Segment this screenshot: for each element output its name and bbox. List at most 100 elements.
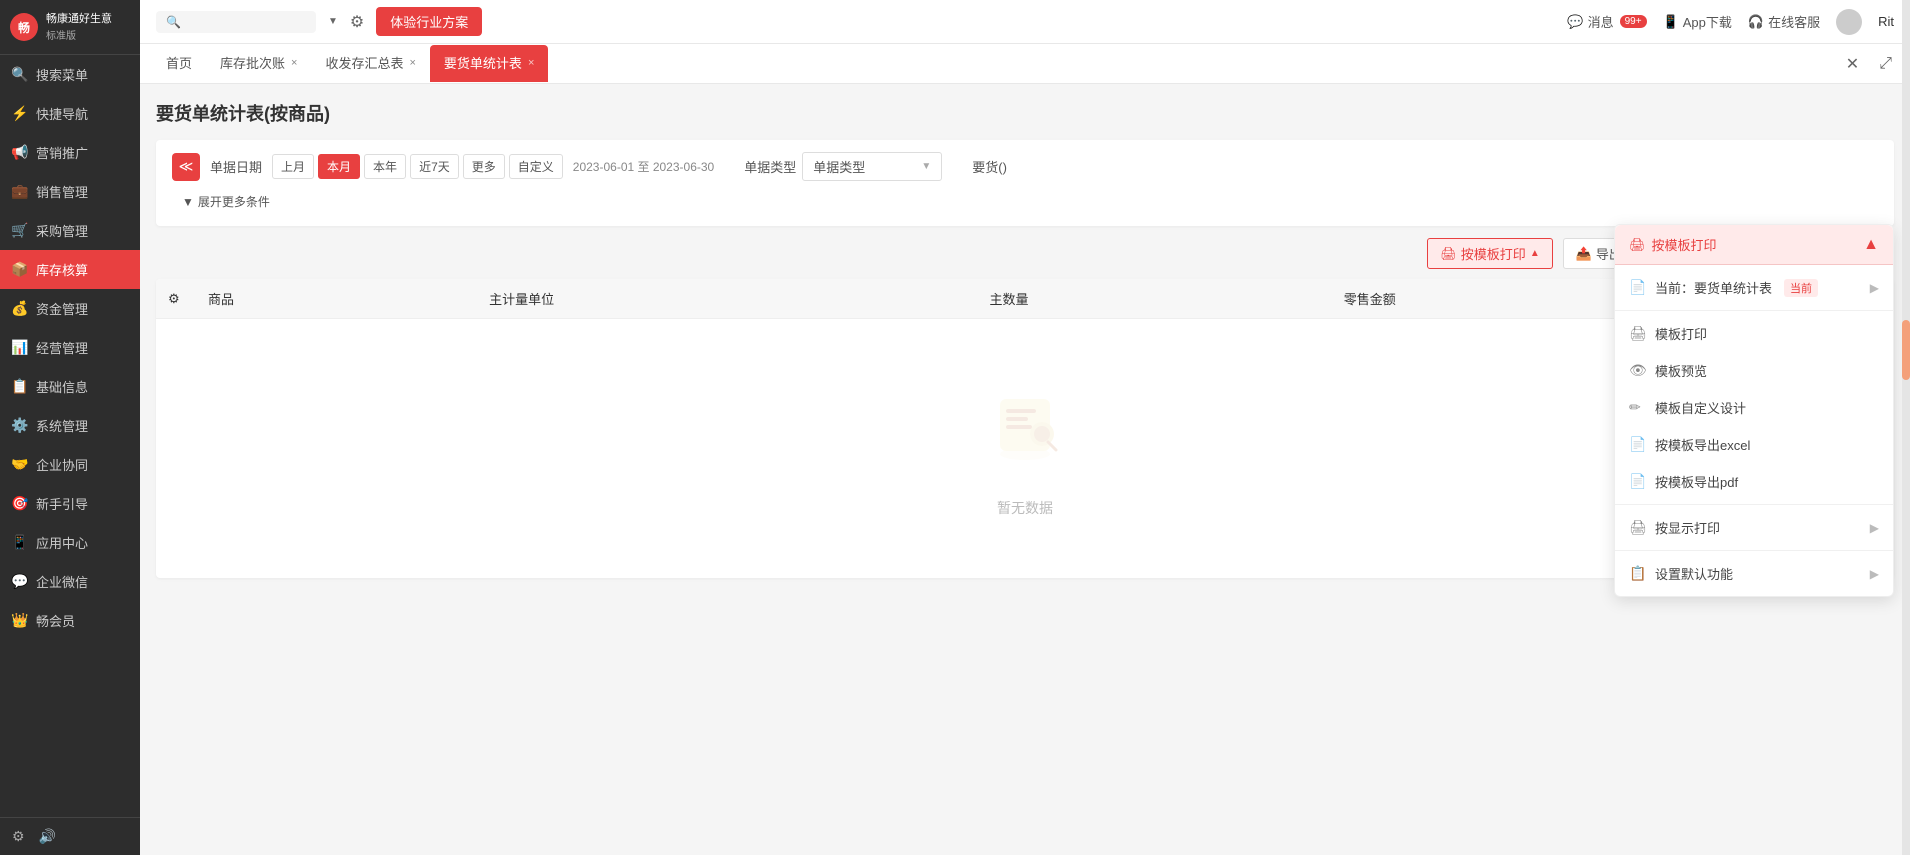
sidebar-item-marketing[interactable]: 📢 营销推广 <box>0 133 140 172</box>
current-tag: 当前 <box>1784 279 1818 297</box>
sidebar-item-inventory[interactable]: 📦 库存核算 <box>0 250 140 289</box>
expand-more-btn[interactable]: ▼ 展开更多条件 <box>172 189 1878 214</box>
dropdown-title: 按模板打印 <box>1652 235 1717 254</box>
default-icon: 📋 <box>1629 565 1647 582</box>
col-settings[interactable]: ⚙ <box>156 279 196 319</box>
dropdown-export-pdf[interactable]: 📄 按模板导出pdf <box>1615 463 1893 500</box>
sidebar-sales-label: 销售管理 <box>36 182 88 201</box>
date-custom-btn[interactable]: 自定义 <box>509 154 563 179</box>
operation-icon: 📊 <box>12 340 28 356</box>
avatar[interactable] <box>1836 9 1862 35</box>
tab-home-label: 首页 <box>166 53 192 72</box>
username-label: Rit <box>1878 14 1894 29</box>
experience-btn[interactable]: 体验行业方案 <box>376 7 482 36</box>
scrollbar-right[interactable] <box>1902 0 1910 855</box>
sidebar-item-basic[interactable]: 📋 基础信息 <box>0 367 140 406</box>
topbar-search-icon: 🔍 <box>166 15 181 29</box>
topbar-search[interactable]: 🔍 <box>156 11 316 33</box>
tabs-bar: 首页 库存批次账 × 收发存汇总表 × 要货单统计表 × ✕ ⤢ <box>140 44 1910 84</box>
date-more-btn[interactable]: 更多 <box>463 154 505 179</box>
marketing-icon: 📢 <box>12 145 28 161</box>
sidebar-logo: 畅 畅康通好生意 标准版 <box>0 0 140 55</box>
close-tab-btn[interactable]: ✕ <box>1840 52 1865 76</box>
sidebar-guide-label: 新手引导 <box>36 494 88 513</box>
dropdown-section-display: 🖨 按显示打印 ▶ <box>1615 505 1893 551</box>
sidebar-item-guide[interactable]: 🎯 新手引导 <box>0 484 140 523</box>
app-download-item[interactable]: 📱 App下载 <box>1663 12 1732 31</box>
date-filter-label: 单据日期 <box>210 157 262 176</box>
date-buttons: 上月 本月 本年 近7天 更多 自定义 <box>272 154 563 179</box>
sidebar-item-collab[interactable]: 🤝 企业协同 <box>0 445 140 484</box>
sidebar-item-purchase[interactable]: 🛒 采购管理 <box>0 211 140 250</box>
dropdown-header: 🖨 按模板打印 ▲ <box>1615 225 1893 265</box>
main-area: 🔍 ▼ ⚙ 体验行业方案 💬 消息 99+ 📱 App下载 🎧 在线客服 Rit <box>140 0 1910 855</box>
tab-inventory-batch-close[interactable]: × <box>291 57 297 69</box>
topbar: 🔍 ▼ ⚙ 体验行业方案 💬 消息 99+ 📱 App下载 🎧 在线客服 Rit <box>140 0 1910 44</box>
sidebar-item-sales[interactable]: 💼 销售管理 <box>0 172 140 211</box>
filter-toggle-btn[interactable]: ≪ <box>172 153 200 181</box>
tab-order-stats[interactable]: 要货单统计表 × <box>430 45 548 82</box>
date-week7-btn[interactable]: 近7天 <box>410 154 459 179</box>
finance-icon: 💰 <box>12 301 28 317</box>
date-range-label: 2023-06-01 至 2023-06-30 <box>573 158 714 175</box>
basic-icon: 📋 <box>12 379 28 395</box>
filter-card: ≪ 单据日期 上月 本月 本年 近7天 更多 自定义 2023-06-01 至 … <box>156 140 1894 226</box>
date-prev-btn[interactable]: 上月 <box>272 154 314 179</box>
sidebar-item-apps[interactable]: 📱 应用中心 <box>0 523 140 562</box>
print-arrow-icon: ▲ <box>1530 248 1540 259</box>
date-year-btn[interactable]: 本年 <box>364 154 406 179</box>
tab-inventory-batch[interactable]: 库存批次账 × <box>206 45 311 82</box>
sidebar-item-finance[interactable]: 💰 资金管理 <box>0 289 140 328</box>
dropdown-display-print[interactable]: 🖨 按显示打印 ▶ <box>1615 509 1893 546</box>
dropdown-export-excel[interactable]: 📄 按模板导出excel <box>1615 426 1893 463</box>
tab-receipt-summary[interactable]: 收发存汇总表 × <box>311 45 429 82</box>
tab-receipt-summary-close[interactable]: × <box>409 57 415 69</box>
tab-home[interactable]: 首页 <box>152 45 206 82</box>
sidebar-wechat-label: 企业微信 <box>36 572 88 591</box>
dropdown-default-item[interactable]: 📋 设置默认功能 ▶ <box>1615 555 1893 592</box>
maximize-tab-btn[interactable]: ⤢ <box>1873 52 1898 76</box>
message-item[interactable]: 💬 消息 99+ <box>1567 12 1646 31</box>
type-select[interactable]: 单据类型 ▼ <box>802 152 942 181</box>
sidebar-operation-label: 经营管理 <box>36 338 88 357</box>
sidebar-member-label: 畅会员 <box>36 611 75 630</box>
empty-text: 暂无数据 <box>997 498 1053 518</box>
sales-icon: 💼 <box>12 184 28 200</box>
app-name: 畅康通好生意 <box>46 12 112 27</box>
sidebar-item-operation[interactable]: 📊 经营管理 <box>0 328 140 367</box>
topbar-gear-icon[interactable]: ⚙ <box>350 12 364 32</box>
pdf-icon: 📄 <box>1629 473 1647 490</box>
dropdown-template-design[interactable]: ✏ 模板自定义设计 <box>1615 389 1893 426</box>
sound-bottom-icon[interactable]: 🔊 <box>39 828 56 845</box>
dropdown-close-btn[interactable]: ▲ <box>1863 236 1879 254</box>
sidebar-item-wechat[interactable]: 💬 企业微信 <box>0 562 140 601</box>
sidebar-item-member[interactable]: 👑 畅会员 <box>0 601 140 640</box>
default-arrow-icon: ▶ <box>1870 567 1879 581</box>
message-label: 消息 <box>1588 12 1614 31</box>
dropdown-template-preview[interactable]: 👁 模板预览 <box>1615 352 1893 389</box>
tab-receipt-summary-label: 收发存汇总表 <box>325 53 403 72</box>
export-icon: 📤 <box>1576 246 1592 262</box>
sidebar-finance-label: 资金管理 <box>36 299 88 318</box>
pencil-icon: ✏ <box>1629 399 1647 416</box>
content-area: 要货单统计表(按商品) ≪ 单据日期 上月 本月 本年 近7天 更多 自定义 2… <box>140 84 1910 855</box>
sidebar-apps-label: 应用中心 <box>36 533 88 552</box>
dropdown-export-pdf-label: 按模板导出pdf <box>1655 472 1738 491</box>
sidebar-item-shortcut[interactable]: ⚡ 快捷导航 <box>0 94 140 133</box>
dropdown-template-print[interactable]: 🖨 模板打印 <box>1615 315 1893 352</box>
filter-toggle-icon: ≪ <box>179 158 194 175</box>
sidebar-item-search[interactable]: 🔍 搜索菜单 <box>0 55 140 94</box>
sidebar-item-system[interactable]: ⚙️ 系统管理 <box>0 406 140 445</box>
topbar-dropdown-icon[interactable]: ▼ <box>328 16 338 27</box>
dropdown-current-item[interactable]: 📄 当前：要货单统计表 当前 ▶ <box>1615 269 1893 306</box>
app-download-label: App下载 <box>1683 12 1732 31</box>
scrollbar-thumb[interactable] <box>1902 320 1910 380</box>
print-template-btn[interactable]: 🖨 按模板打印 ▲ <box>1427 238 1552 269</box>
tab-order-stats-close[interactable]: × <box>528 57 534 69</box>
date-current-btn[interactable]: 本月 <box>318 154 360 179</box>
online-service-item[interactable]: 🎧 在线客服 <box>1748 12 1820 31</box>
expand-label: 展开更多条件 <box>198 193 270 210</box>
settings-bottom-icon[interactable]: ⚙ <box>12 828 25 845</box>
apps-icon: 📱 <box>12 535 28 551</box>
dropdown-template-design-label: 模板自定义设计 <box>1655 398 1746 417</box>
